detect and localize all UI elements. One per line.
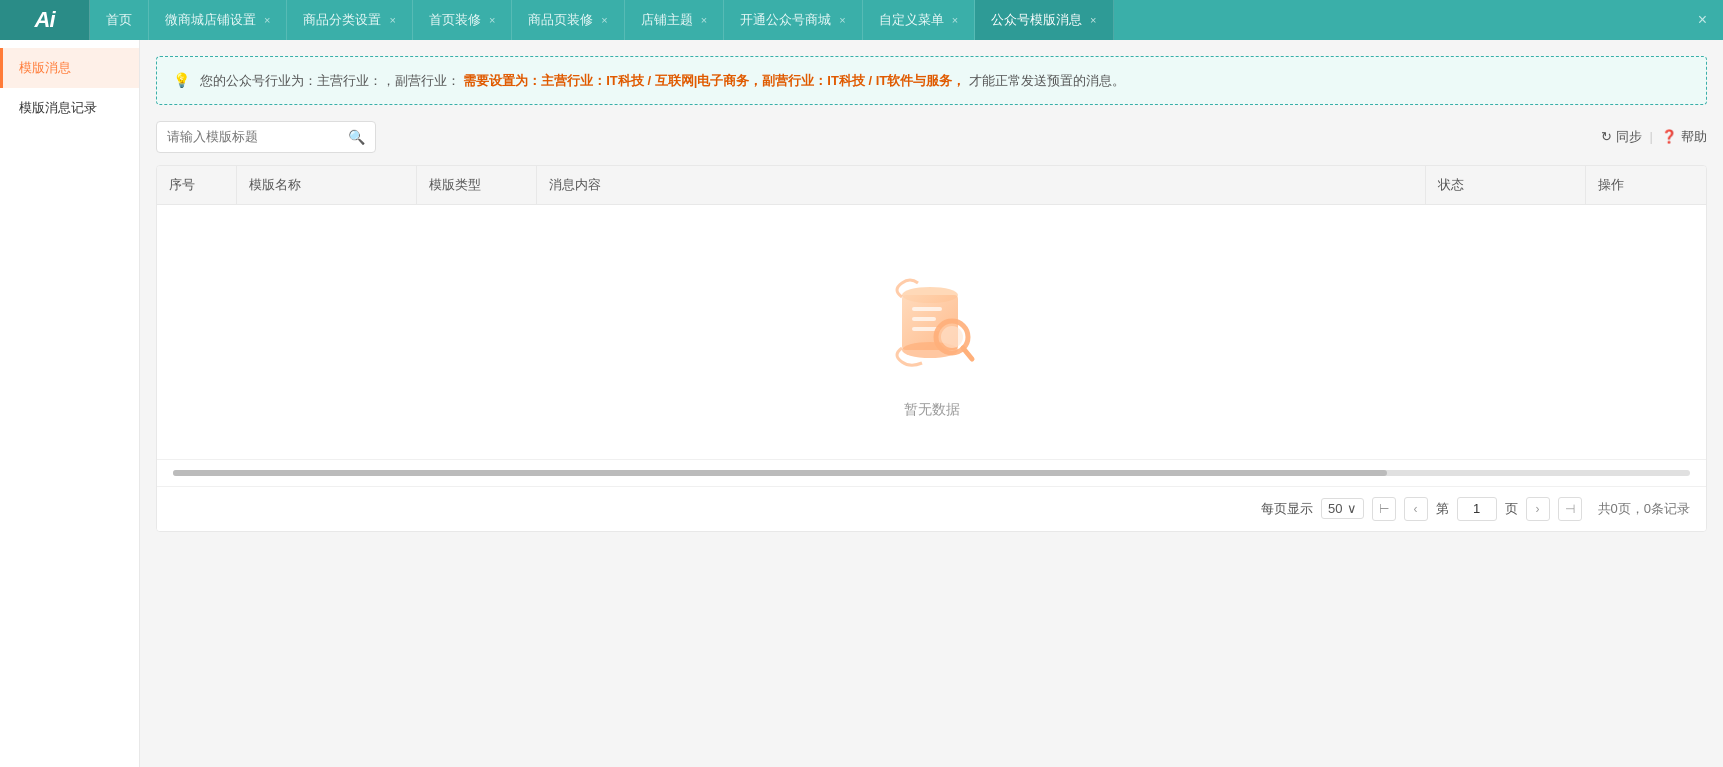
table-header-action: 操作	[1586, 166, 1706, 204]
nav-tab-template-msg[interactable]: 公众号模版消息 ×	[975, 0, 1113, 40]
table-header-seq: 序号	[157, 166, 237, 204]
table-header-content: 消息内容	[537, 166, 1426, 204]
toolbar-divider: |	[1650, 129, 1653, 144]
nav-tab-product-category[interactable]: 商品分类设置 ×	[287, 0, 412, 40]
nav-tab-open-mall[interactable]: 开通公众号商城 ×	[724, 0, 862, 40]
page-size-dropdown-icon: ∨	[1347, 501, 1357, 516]
nav-tab-shop-theme[interactable]: 店铺主题 ×	[625, 0, 724, 40]
svg-point-7	[941, 326, 963, 348]
empty-illustration	[872, 265, 992, 385]
toolbar: 🔍 ↻ 同步 | ❓ 帮助	[156, 121, 1707, 153]
table-header-type: 模版类型	[417, 166, 537, 204]
empty-text: 暂无数据	[904, 401, 960, 419]
nav-tab-wechat-shop[interactable]: 微商城店铺设置 ×	[149, 0, 287, 40]
nav-tab-home[interactable]: 首页	[90, 0, 149, 40]
nav-tab-label-product-category: 商品分类设置	[303, 11, 381, 29]
nav-tab-close-open-mall[interactable]: ×	[839, 14, 845, 26]
svg-rect-4	[912, 317, 936, 321]
next-page-button[interactable]: ›	[1526, 497, 1550, 521]
nav-tab-close-shop-theme[interactable]: ×	[701, 14, 707, 26]
notice-suffix: 才能正常发送预置的消息。	[969, 73, 1125, 88]
nav-tab-label-shop-theme: 店铺主题	[641, 11, 693, 29]
nav-tab-home-decor[interactable]: 首页装修 ×	[413, 0, 512, 40]
first-page-button[interactable]: ⊢	[1372, 497, 1396, 521]
notice-banner: 💡 您的公众号行业为：主营行业：，副营行业： 需要设置为：主营行业：IT科技 /…	[156, 56, 1707, 105]
sync-label: 同步	[1616, 128, 1642, 146]
notice-highlight: 需要设置为：主营行业：IT科技 / 互联网|电子商务，副营行业：IT科技 / I…	[463, 73, 965, 88]
nav-tab-label-home: 首页	[106, 11, 132, 29]
nav-tab-label-open-mall: 开通公众号商城	[740, 11, 831, 29]
nav-tab-label-wechat-shop: 微商城店铺设置	[165, 11, 256, 29]
notice-prefix: 您的公众号行业为：主营行业：，副营行业：	[200, 73, 460, 88]
search-icon[interactable]: 🔍	[348, 129, 365, 145]
help-button[interactable]: ❓ 帮助	[1661, 128, 1707, 146]
sidebar-item-template-msg[interactable]: 模版消息	[0, 48, 139, 88]
toolbar-right: ↻ 同步 | ❓ 帮助	[1601, 128, 1707, 146]
main-layout: 模版消息模版消息记录 💡 您的公众号行业为：主营行业：，副营行业： 需要设置为：…	[0, 40, 1723, 767]
empty-state: 暂无数据	[157, 205, 1706, 459]
notice-icon: 💡	[173, 72, 190, 88]
table-header-name: 模版名称	[237, 166, 417, 204]
app-logo: Ai	[0, 0, 90, 40]
nav-tab-close-home-decor[interactable]: ×	[489, 14, 495, 26]
nav-tab-close-product-decor[interactable]: ×	[601, 14, 607, 26]
search-input[interactable]	[167, 129, 348, 144]
sidebar-item-template-record[interactable]: 模版消息记录	[0, 88, 139, 128]
pagination: 每页显示 50 ∨ ⊢ ‹ 第 页 › ⊣ 共0页，0条记录	[157, 486, 1706, 531]
sync-icon: ↻	[1601, 129, 1612, 144]
nav-tab-label-product-decor: 商品页装修	[528, 11, 593, 29]
prev-page-button[interactable]: ‹	[1404, 497, 1428, 521]
nav-tab-label-home-decor: 首页装修	[429, 11, 481, 29]
total-info: 共0页，0条记录	[1598, 500, 1690, 518]
scrollbar-track[interactable]	[173, 470, 1690, 476]
table-header: 序号模版名称模版类型消息内容状态操作	[157, 166, 1706, 205]
last-page-button[interactable]: ⊣	[1558, 497, 1582, 521]
close-all-button[interactable]: ×	[1682, 11, 1723, 29]
help-label: 帮助	[1681, 128, 1707, 146]
top-navigation: Ai 首页微商城店铺设置×商品分类设置×首页装修×商品页装修×店铺主题×开通公众…	[0, 0, 1723, 40]
nav-tab-close-custom-menu[interactable]: ×	[952, 14, 958, 26]
nav-tab-close-template-msg[interactable]: ×	[1090, 14, 1096, 26]
content-area: 💡 您的公众号行业为：主营行业：，副营行业： 需要设置为：主营行业：IT科技 /…	[140, 40, 1723, 767]
nav-tab-close-product-category[interactable]: ×	[389, 14, 395, 26]
svg-rect-3	[912, 307, 942, 311]
scrollbar-row	[157, 459, 1706, 486]
sidebar-items: 模版消息模版消息记录	[0, 48, 139, 128]
nav-tab-label-custom-menu: 自定义菜单	[879, 11, 944, 29]
page-label-suffix: 页	[1505, 500, 1518, 518]
search-box[interactable]: 🔍	[156, 121, 376, 153]
nav-tabs-container: 首页微商城店铺设置×商品分类设置×首页装修×商品页装修×店铺主题×开通公众号商城…	[90, 0, 1682, 40]
data-table: 序号模版名称模版类型消息内容状态操作	[156, 165, 1707, 532]
page-label-prefix: 第	[1436, 500, 1449, 518]
page-size-label: 每页显示	[1261, 500, 1313, 518]
nav-tab-product-decor[interactable]: 商品页装修 ×	[512, 0, 624, 40]
nav-tab-custom-menu[interactable]: 自定义菜单 ×	[863, 0, 975, 40]
page-size-select[interactable]: 50 ∨	[1321, 498, 1363, 519]
nav-tab-label-template-msg: 公众号模版消息	[991, 11, 1082, 29]
sync-button[interactable]: ↻ 同步	[1601, 128, 1642, 146]
page-size-value: 50	[1328, 501, 1342, 516]
help-icon: ❓	[1661, 129, 1677, 144]
sidebar: 模版消息模版消息记录	[0, 40, 140, 767]
page-input[interactable]	[1457, 497, 1497, 521]
table-header-status: 状态	[1426, 166, 1586, 204]
scrollbar-thumb	[173, 470, 1387, 476]
nav-tab-close-wechat-shop[interactable]: ×	[264, 14, 270, 26]
svg-line-8	[963, 348, 972, 359]
